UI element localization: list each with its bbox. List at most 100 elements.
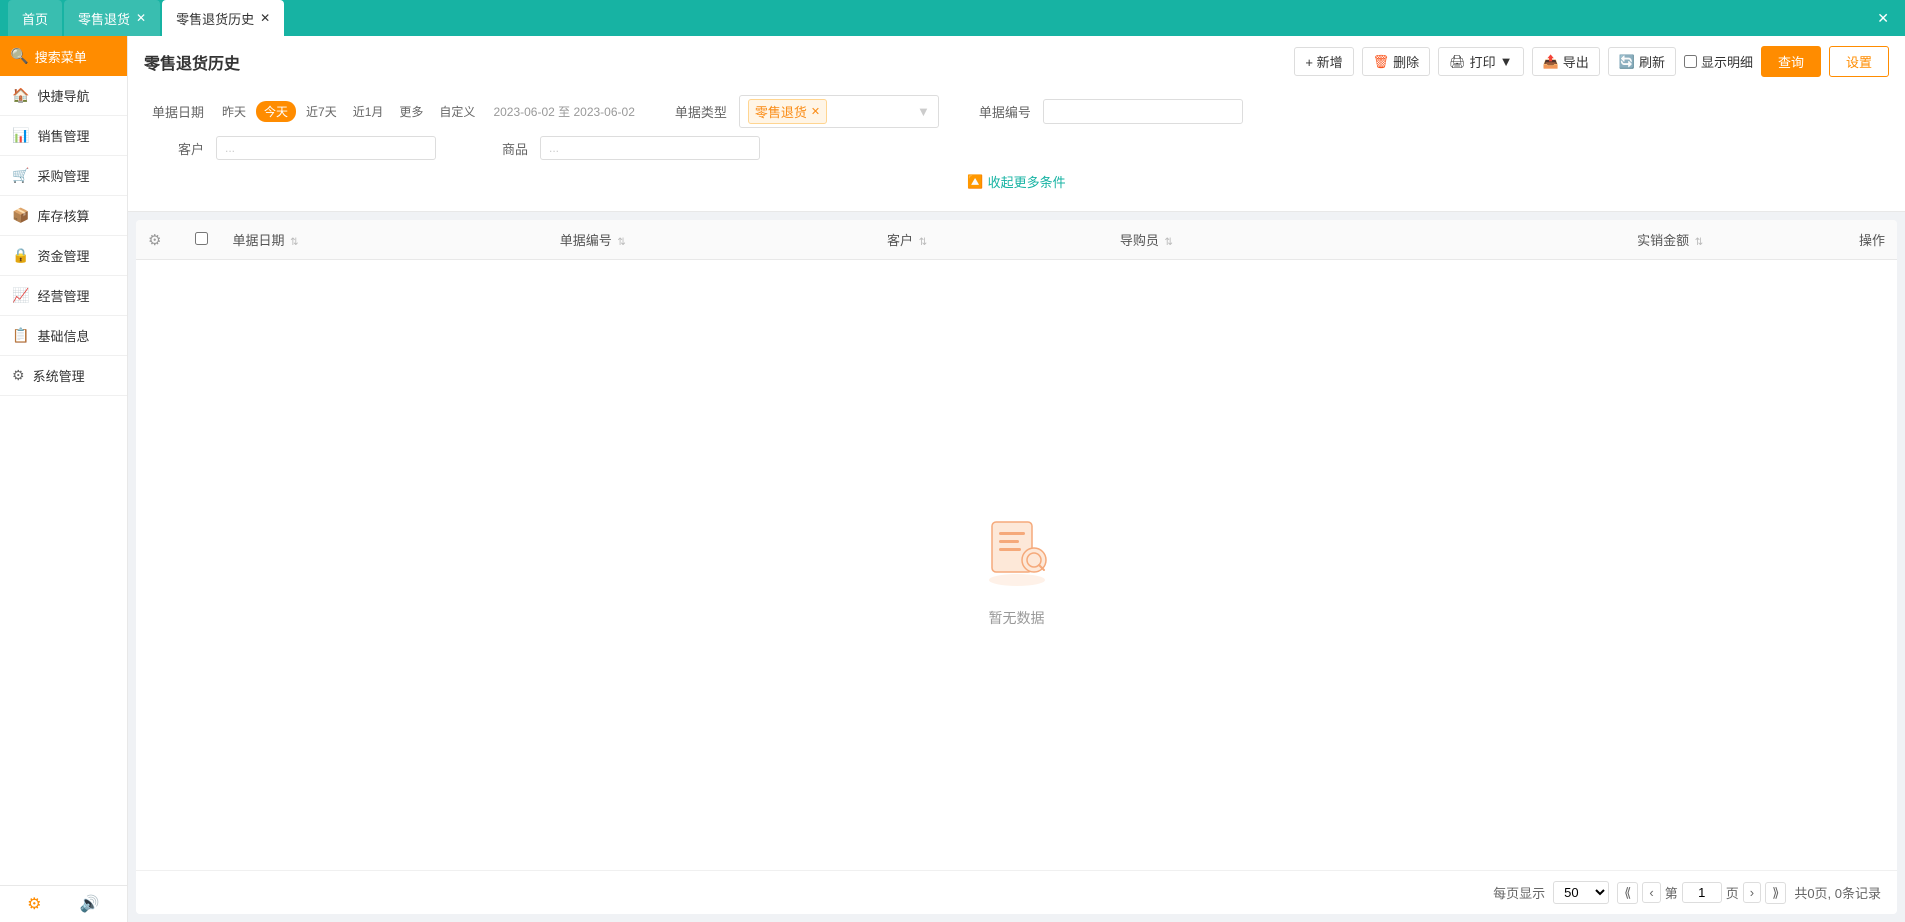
th-number-label: 单据编号 bbox=[560, 233, 612, 248]
filter-row-1: 单据日期 昨天 今天 近7天 近1月 更多 自定义 2023-06-02 至 2… bbox=[144, 95, 1889, 128]
collapse-button[interactable]: 🔼 收起更多条件 bbox=[955, 168, 1077, 195]
date-btn-7days[interactable]: 近7天 bbox=[300, 101, 343, 122]
bill-type-tag-text: 零售退货 bbox=[755, 102, 807, 121]
table-settings-icon[interactable]: ⚙ bbox=[148, 232, 161, 249]
tab-retail-return-history[interactable]: 零售退货历史 ✕ bbox=[162, 0, 284, 36]
tab-retail-return[interactable]: 零售退货 ✕ bbox=[64, 0, 160, 36]
date-shortcuts: 昨天 今天 近7天 近1月 更多 自定义 bbox=[216, 101, 481, 122]
sidebar-item-basic-info[interactable]: 📋 基础信息 bbox=[0, 316, 127, 356]
trending-icon: 📈 bbox=[12, 287, 29, 304]
print-button[interactable]: 🖨 打印 ▼ bbox=[1438, 47, 1523, 76]
bill-type-select[interactable]: 零售退货 ✕ ▼ bbox=[739, 95, 939, 128]
delete-icon: 🗑 bbox=[1373, 54, 1390, 70]
goods-input[interactable]: ... bbox=[540, 136, 760, 160]
page-next-button[interactable]: › bbox=[1743, 882, 1761, 903]
date-btn-1month[interactable]: 近1月 bbox=[347, 101, 390, 122]
chart-icon: 📊 bbox=[12, 127, 29, 144]
th-customer-sort[interactable]: ⇅ bbox=[919, 237, 927, 248]
th-number-sort[interactable]: ⇅ bbox=[617, 237, 625, 248]
sidebar-item-operations[interactable]: 📈 经营管理 bbox=[0, 276, 127, 316]
sidebar-item-finance[interactable]: 🔒 资金管理 bbox=[0, 236, 127, 276]
show-detail-checkbox[interactable] bbox=[1684, 55, 1697, 68]
sidebar-item-basic-label: 基础信息 bbox=[37, 326, 89, 345]
bill-type-tag: 零售退货 ✕ bbox=[748, 99, 827, 124]
goods-placeholder: ... bbox=[549, 141, 559, 155]
setting-button[interactable]: 设置 bbox=[1829, 46, 1889, 77]
page-title: 零售退货历史 bbox=[144, 50, 240, 74]
clipboard-icon: 📋 bbox=[12, 327, 29, 344]
sidebar: 🔍 搜索菜单 🏠 快捷导航 📊 销售管理 🛒 采购管理 📦 库存核算 🔒 bbox=[0, 36, 128, 922]
collapse-label: 收起更多条件 bbox=[988, 172, 1066, 191]
table-header-row: ⚙ 单据日期 ⇅ 单据编号 ⇅ bbox=[136, 220, 1897, 260]
query-button[interactable]: 查询 bbox=[1761, 46, 1821, 77]
date-btn-today[interactable]: 今天 bbox=[256, 101, 296, 122]
th-guide-label: 导购员 bbox=[1120, 233, 1159, 248]
tab-retail-return-history-close[interactable]: ✕ bbox=[260, 11, 270, 25]
th-customer-label: 客户 bbox=[887, 233, 913, 248]
page-title-row: 零售退货历史 + 新增 🗑 删除 🖨 打印 ▼ 📤 bbox=[144, 46, 1889, 77]
home-icon: 🏠 bbox=[12, 87, 29, 104]
sidebar-search-label: 搜索菜单 bbox=[35, 47, 87, 66]
tab-retail-return-close[interactable]: ✕ bbox=[136, 11, 146, 25]
sidebar-search[interactable]: 🔍 搜索菜单 bbox=[0, 36, 127, 76]
window-close-button[interactable]: ✕ bbox=[1869, 10, 1897, 27]
sidebar-item-quick-nav-label: 快捷导航 bbox=[37, 86, 89, 105]
th-guide-sort[interactable]: ⇅ bbox=[1164, 237, 1172, 248]
page-size-label: 每页显示 bbox=[1493, 883, 1545, 902]
page-last-button[interactable]: ⟫ bbox=[1765, 882, 1786, 904]
date-btn-custom[interactable]: 自定义 bbox=[433, 101, 481, 122]
sidebar-item-inventory-label: 库存核算 bbox=[37, 206, 89, 225]
sidebar-item-sales-mgmt[interactable]: 📊 销售管理 bbox=[0, 116, 127, 156]
print-dropdown-icon: ▼ bbox=[1500, 54, 1513, 69]
select-all-checkbox[interactable] bbox=[195, 232, 208, 245]
th-gear: ⚙ bbox=[136, 220, 183, 260]
customer-input[interactable]: ... bbox=[216, 136, 436, 160]
tab-home[interactable]: 首页 bbox=[8, 0, 62, 36]
date-btn-more[interactable]: 更多 bbox=[393, 101, 429, 122]
print-button-label: 打印 bbox=[1470, 52, 1496, 71]
export-button-label: 导出 bbox=[1563, 52, 1589, 71]
delete-button-label: 删除 bbox=[1393, 52, 1419, 71]
main-layout: 🔍 搜索菜单 🏠 快捷导航 📊 销售管理 🛒 采购管理 📦 库存核算 🔒 bbox=[0, 36, 1905, 922]
customer-placeholder: ... bbox=[225, 141, 235, 155]
th-date: 单据日期 ⇅ bbox=[220, 220, 547, 260]
bill-type-tag-close[interactable]: ✕ bbox=[811, 105, 820, 118]
sidebar-item-operations-label: 经营管理 bbox=[37, 286, 89, 305]
refresh-button-label: 刷新 bbox=[1639, 52, 1665, 71]
new-button[interactable]: + 新增 bbox=[1294, 47, 1353, 76]
bill-number-input[interactable] bbox=[1043, 99, 1243, 124]
sidebar-item-sales-label: 销售管理 bbox=[37, 126, 89, 145]
show-detail-label: 显示明细 bbox=[1701, 52, 1753, 71]
refresh-button[interactable]: 🔄 刷新 bbox=[1608, 47, 1676, 76]
empty-icon bbox=[972, 502, 1062, 592]
delete-button[interactable]: 🗑 删除 bbox=[1362, 47, 1431, 76]
volume-icon[interactable]: 🔊 bbox=[80, 894, 100, 914]
th-actions-label: 操作 bbox=[1859, 233, 1885, 248]
th-amount-sort[interactable]: ⇅ bbox=[1695, 237, 1703, 248]
empty-text: 暂无数据 bbox=[989, 608, 1045, 628]
th-date-sort[interactable]: ⇅ bbox=[290, 237, 298, 248]
sidebar-item-system-label: 系统管理 bbox=[33, 366, 85, 385]
page-total: 共0页, 0条记录 bbox=[1794, 883, 1881, 902]
page-prev-button[interactable]: ‹ bbox=[1642, 882, 1660, 903]
sidebar-footer: ⚙ 🔊 bbox=[0, 885, 127, 922]
page-size-select[interactable]: 10 20 50 100 bbox=[1553, 881, 1609, 904]
page-number-input[interactable] bbox=[1682, 882, 1722, 903]
page-first-button[interactable]: ⟪ bbox=[1617, 882, 1638, 904]
search-icon: 🔍 bbox=[10, 47, 29, 65]
page-header: 零售退货历史 + 新增 🗑 删除 🖨 打印 ▼ 📤 bbox=[128, 36, 1905, 212]
show-detail-checkbox-label: 显示明细 bbox=[1684, 52, 1753, 71]
export-button[interactable]: 📤 导出 bbox=[1532, 47, 1600, 76]
tab-home-label: 首页 bbox=[22, 9, 48, 28]
data-table: ⚙ 单据日期 ⇅ 单据编号 ⇅ bbox=[136, 220, 1897, 260]
sidebar-item-quick-nav[interactable]: 🏠 快捷导航 bbox=[0, 76, 127, 116]
header-actions: + 新增 🗑 删除 🖨 打印 ▼ 📤 导出 bbox=[1294, 46, 1889, 77]
gear-icon: ⚙ bbox=[12, 367, 25, 384]
sidebar-item-purchase-mgmt[interactable]: 🛒 采购管理 bbox=[0, 156, 127, 196]
sidebar-item-inventory[interactable]: 📦 库存核算 bbox=[0, 196, 127, 236]
sidebar-item-system-mgmt[interactable]: ⚙ 系统管理 bbox=[0, 356, 127, 396]
th-actions: 操作 bbox=[1715, 220, 1897, 260]
settings-icon[interactable]: ⚙ bbox=[27, 894, 41, 914]
th-amount-label: 实销金额 bbox=[1637, 233, 1689, 248]
date-btn-yesterday[interactable]: 昨天 bbox=[216, 101, 252, 122]
